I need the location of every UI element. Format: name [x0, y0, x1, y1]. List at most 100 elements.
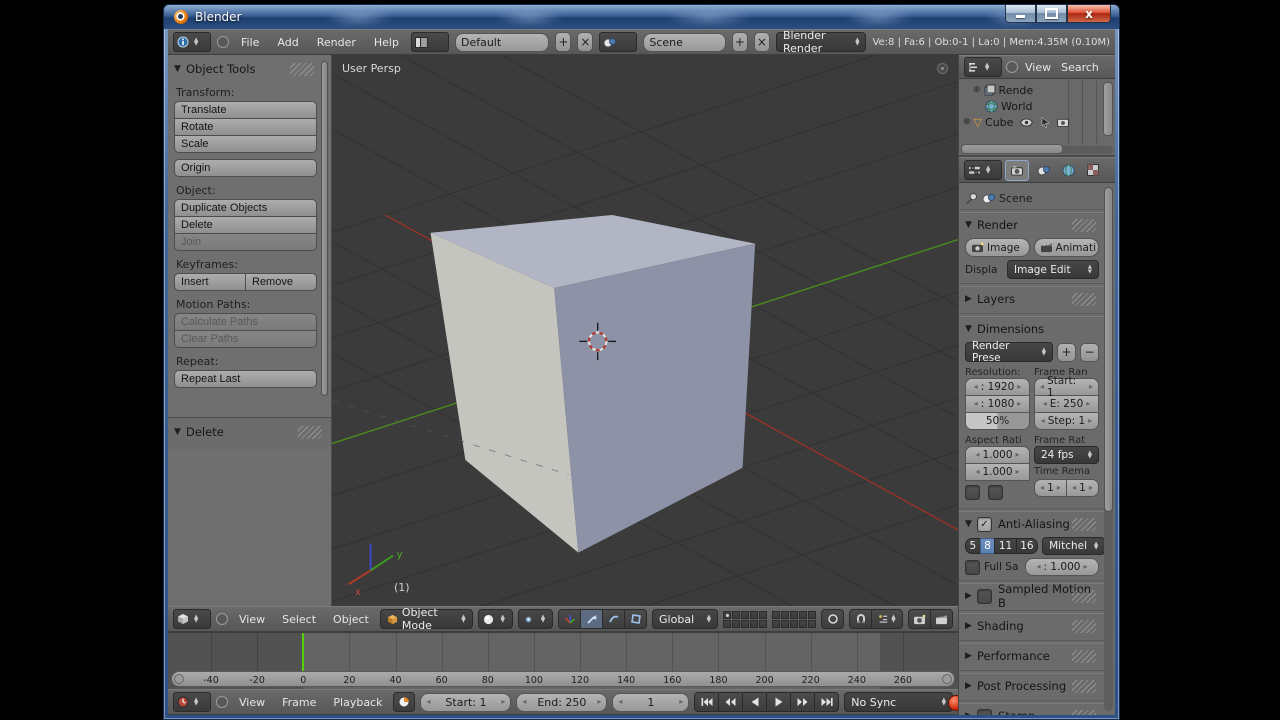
- properties-scrollbar[interactable]: [1104, 187, 1113, 711]
- menu-frame[interactable]: Frame: [276, 694, 322, 711]
- menu-search[interactable]: Search: [1058, 59, 1102, 76]
- layers-panel-header[interactable]: ▶ Layers: [965, 289, 1099, 309]
- proportional-edit-toggle[interactable]: [821, 609, 844, 629]
- layer-cell[interactable]: [741, 619, 749, 628]
- outliner-item-cube[interactable]: ⊕ ▽ Cube: [963, 114, 1101, 130]
- outliner-item-renderlayers[interactable]: ⊕ Rende: [963, 82, 1101, 98]
- delete-screen-layout-button[interactable]: ×: [577, 32, 594, 52]
- join-button[interactable]: Join: [174, 233, 317, 251]
- jump-prev-keyframe-button[interactable]: [718, 692, 744, 712]
- dimensions-panel-header[interactable]: ▼ Dimensions: [965, 319, 1099, 339]
- transform-orientation-dropdown[interactable]: Global ▲ ▼: [652, 609, 718, 629]
- frame-end-field[interactable]: ◂ End: 250 ▸: [516, 692, 608, 712]
- manipulator-axes-toggle[interactable]: [558, 609, 582, 629]
- outliner-item-world[interactable]: World: [963, 98, 1101, 114]
- expand-icon[interactable]: ⊕: [963, 117, 971, 127]
- play-button[interactable]: [766, 692, 792, 712]
- play-reverse-button[interactable]: [742, 692, 768, 712]
- antialiasing-panel-header[interactable]: ▼ ✓ Anti-Aliasing: [965, 514, 1099, 534]
- repeat-last-button[interactable]: Repeat Last: [174, 370, 317, 388]
- viewport-3d[interactable]: y x User Persp (1): [332, 55, 958, 606]
- autokey-toggle-button[interactable]: [393, 692, 416, 712]
- layer-cell[interactable]: [808, 619, 816, 628]
- layer-cell[interactable]: [759, 619, 767, 628]
- collapse-menus-toggle[interactable]: [217, 36, 229, 48]
- aspect-x-field[interactable]: ◂ 1.000 ▸: [965, 446, 1030, 464]
- render-engine-dropdown[interactable]: Blender Render ▲ ▼: [775, 29, 867, 55]
- snap-element-dropdown[interactable]: ▲ ▼: [871, 609, 903, 629]
- resolution-x-field[interactable]: ◂: 1920 ▸: [965, 378, 1030, 396]
- pivot-point-dropdown[interactable]: ▲ ▼: [517, 609, 554, 629]
- layer-cell[interactable]: [723, 619, 731, 628]
- add-screen-layout-button[interactable]: +: [555, 32, 572, 52]
- collapse-menus-toggle[interactable]: [216, 696, 228, 708]
- manipulator-translate-toggle[interactable]: [580, 609, 604, 629]
- mode-dropdown[interactable]: Object Mode ▲ ▼: [379, 606, 473, 632]
- render-image-button[interactable]: Image: [965, 238, 1030, 257]
- menu-file[interactable]: File: [235, 34, 265, 51]
- remap-new-field[interactable]: ◂ 1 ▸: [1066, 479, 1099, 497]
- menu-add[interactable]: Add: [271, 34, 304, 51]
- layer-cell[interactable]: [808, 610, 816, 619]
- menu-render[interactable]: Render: [311, 34, 362, 51]
- render-presets-dropdown[interactable]: Render Prese ▲ ▼: [965, 340, 1053, 364]
- opengl-render-anim-button[interactable]: [930, 609, 953, 629]
- editor-type-selector-outliner[interactable]: ▲ ▼: [964, 57, 1002, 77]
- translate-button[interactable]: Translate: [174, 101, 317, 119]
- resolution-percent-slider[interactable]: 50%: [965, 412, 1030, 430]
- remove-keyframe-button[interactable]: Remove: [245, 273, 317, 291]
- layer-cell[interactable]: [799, 610, 807, 619]
- layer-cell[interactable]: [781, 619, 789, 628]
- collapse-menus-toggle[interactable]: [1006, 61, 1018, 73]
- fps-dropdown[interactable]: 24 fps ▲ ▼: [1034, 446, 1099, 464]
- tab-world[interactable]: [1057, 161, 1079, 180]
- pin-icon[interactable]: [965, 192, 978, 205]
- aa-samples-11[interactable]: 11: [994, 538, 1017, 554]
- manipulator-scale-toggle[interactable]: [624, 609, 648, 629]
- stamp-checkbox[interactable]: [977, 708, 992, 715]
- object-tools-panel-header[interactable]: ▼ Object Tools: [174, 59, 317, 79]
- layers-widget-left[interactable]: [723, 610, 767, 628]
- menu-help[interactable]: Help: [368, 34, 405, 51]
- aa-filter-size-field[interactable]: ◂: 1.000 ▸: [1025, 558, 1099, 576]
- antialiasing-checkbox[interactable]: ✓: [977, 516, 992, 532]
- aspect-checkbox-1[interactable]: [965, 485, 980, 500]
- opengl-render-button[interactable]: [908, 609, 931, 629]
- timeline-ruler[interactable]: -40 -20 0 20 40 60 80 100 120 140 160 18…: [168, 632, 958, 689]
- outliner-vscroll-thumb[interactable]: [1103, 82, 1113, 136]
- rotate-button[interactable]: Rotate: [174, 118, 317, 136]
- duplicate-objects-button[interactable]: Duplicate Objects: [174, 199, 317, 217]
- layer-cell[interactable]: [772, 619, 780, 628]
- calculate-paths-button[interactable]: Calculate Paths: [174, 313, 317, 331]
- sampled-motion-blur-panel-header[interactable]: ▶ Sampled Motion B: [965, 582, 1099, 610]
- menu-view[interactable]: View: [233, 694, 271, 711]
- insert-keyframe-button[interactable]: Insert: [174, 273, 246, 291]
- layer-cell[interactable]: [750, 619, 758, 628]
- origin-button[interactable]: Origin: [174, 159, 317, 177]
- record-button[interactable]: [948, 695, 958, 711]
- tool-shelf-scrollbar[interactable]: [321, 61, 328, 396]
- close-button[interactable]: x: [1067, 5, 1111, 23]
- shading-panel-header[interactable]: ▶ Shading: [965, 616, 1099, 636]
- aa-filter-dropdown[interactable]: Mitchel ▲ ▼: [1042, 537, 1106, 555]
- tab-texture[interactable]: [1082, 161, 1104, 180]
- current-frame-marker[interactable]: [302, 633, 304, 675]
- current-frame-field[interactable]: ◂ 1 ▸: [612, 692, 690, 712]
- menu-select[interactable]: Select: [276, 611, 322, 628]
- editor-type-selector-timeline[interactable]: ▲ ▼: [173, 692, 211, 712]
- add-scene-button[interactable]: +: [731, 32, 748, 52]
- layer-cell[interactable]: [741, 610, 749, 619]
- menu-view[interactable]: View: [233, 611, 271, 628]
- remove-preset-button[interactable]: −: [1080, 342, 1099, 362]
- window-titlebar[interactable]: Blender x: [164, 5, 1119, 29]
- display-dropdown[interactable]: Image Edit ▲ ▼: [1007, 260, 1099, 279]
- screen-layout-icon-button[interactable]: [410, 32, 449, 52]
- tab-render[interactable]: [1005, 159, 1029, 181]
- scale-button[interactable]: Scale: [174, 135, 317, 153]
- delete-scene-button[interactable]: ×: [753, 32, 770, 52]
- maximize-button[interactable]: [1036, 5, 1067, 23]
- editor-type-selector-properties[interactable]: ▲ ▼: [964, 160, 1002, 180]
- default-cube[interactable]: [332, 214, 756, 553]
- delete-button[interactable]: Delete: [174, 216, 317, 234]
- layer-cell[interactable]: [750, 610, 758, 619]
